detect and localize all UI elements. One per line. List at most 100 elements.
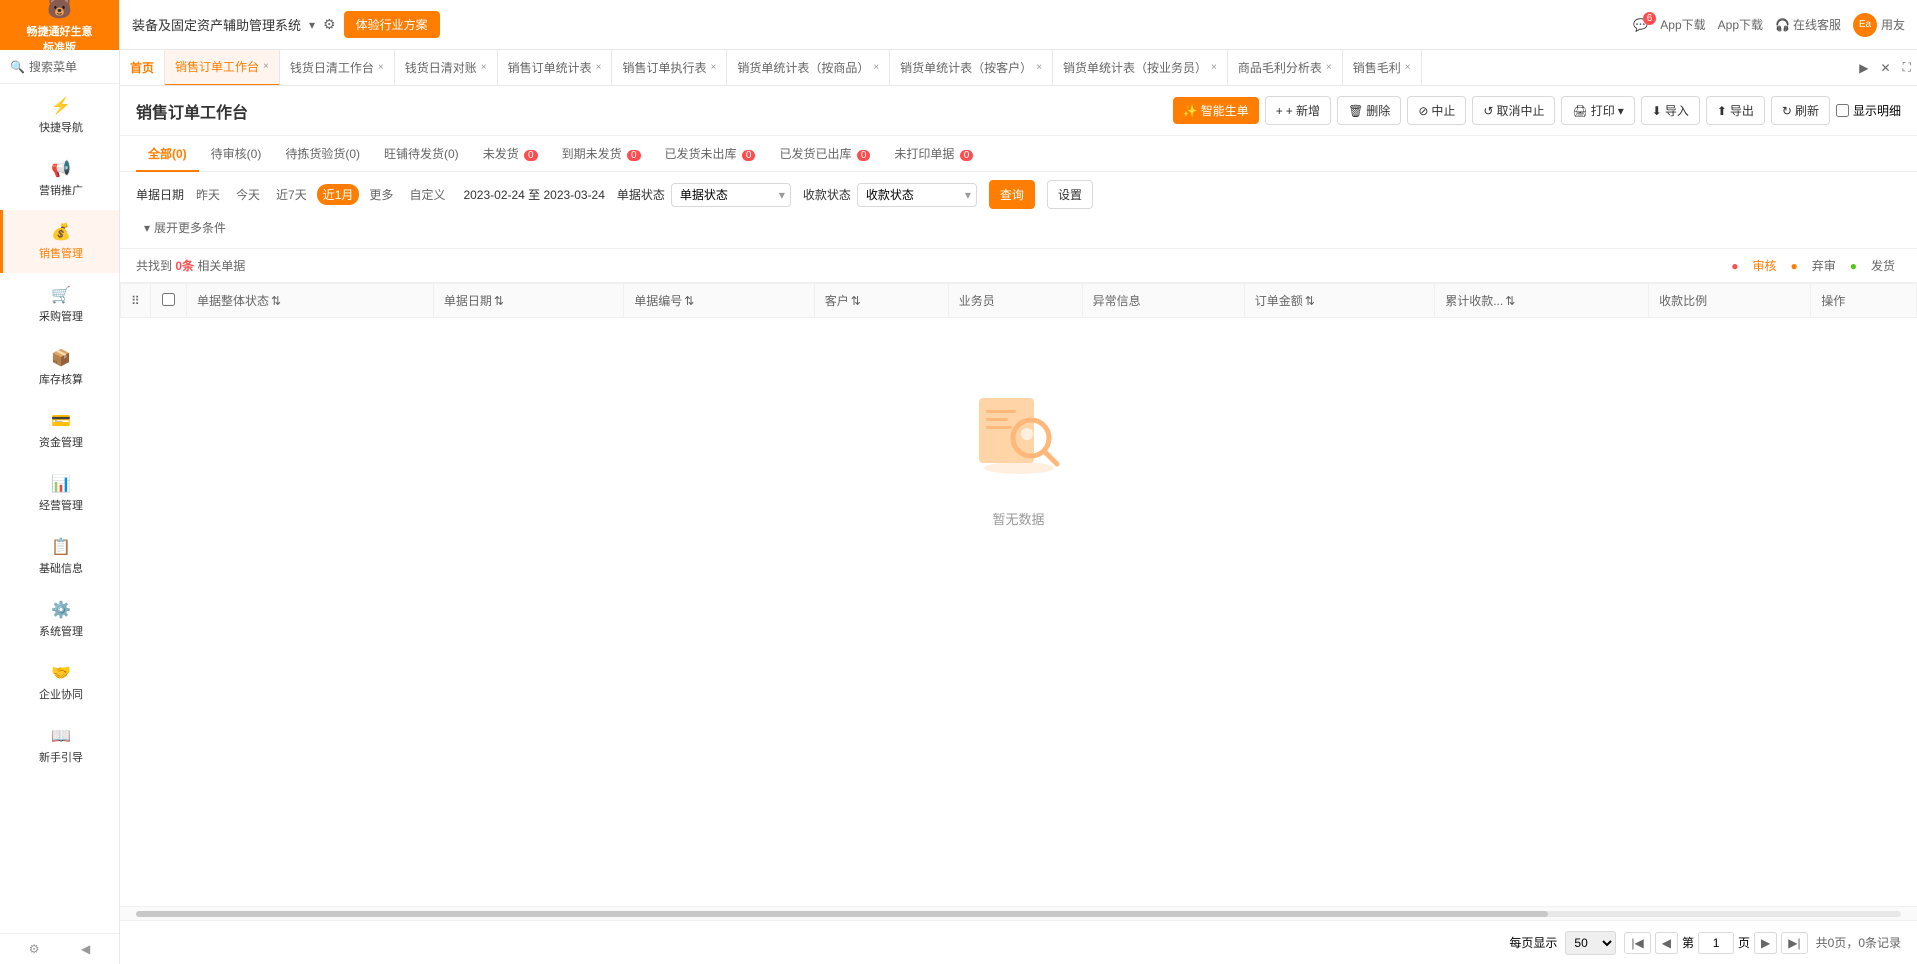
th-checkbox[interactable] bbox=[151, 284, 187, 318]
sidebar-item-marketing[interactable]: 📢 营销推广 bbox=[0, 147, 119, 210]
settings-icon[interactable]: ⚙ bbox=[29, 942, 40, 956]
current-page-input[interactable] bbox=[1698, 932, 1734, 954]
settings-filter-button[interactable]: 设置 bbox=[1047, 180, 1093, 209]
tab-sales-stat-staff[interactable]: 销货单统计表（按业务员） × bbox=[1053, 50, 1228, 86]
expand-filter-button[interactable]: ▾ 展开更多条件 bbox=[136, 215, 1901, 240]
sub-tab-shipped-not-warehoused[interactable]: 已发货未出库 0 bbox=[653, 136, 768, 172]
tab-close-btn[interactable]: × bbox=[1405, 62, 1411, 73]
collapse-icon[interactable]: ◀ bbox=[81, 942, 90, 956]
tab-close-btn[interactable]: × bbox=[1036, 62, 1042, 73]
tab-sales-stat-product[interactable]: 销货单统计表（按商品） × bbox=[727, 50, 890, 86]
scroll-track[interactable] bbox=[136, 911, 1901, 917]
ship-action-btn[interactable]: 发货 bbox=[1865, 255, 1901, 276]
tab-cash-reconcile[interactable]: 钱货日清对账 × bbox=[395, 50, 498, 86]
message-area[interactable]: 💬 6 bbox=[1633, 18, 1648, 32]
summary-count: 0条 bbox=[175, 259, 194, 273]
show-detail-checkbox[interactable]: 显示明细 bbox=[1836, 102, 1901, 119]
tab-sales-profit[interactable]: 销售毛利 × bbox=[1343, 50, 1422, 86]
app-download-link[interactable]: App下载 bbox=[1660, 16, 1705, 33]
delete-button[interactable]: 🗑 删除 bbox=[1337, 96, 1401, 125]
tab-sales-order-stat[interactable]: 销售订单统计表 × bbox=[498, 50, 613, 86]
add-button[interactable]: + + 新增 bbox=[1265, 96, 1331, 125]
print-button[interactable]: 🖨 打印 ▾ bbox=[1561, 96, 1634, 125]
tab-sales-order-exec[interactable]: 销售订单执行表 × bbox=[612, 50, 727, 86]
drag-icon: ⠿ bbox=[131, 294, 140, 308]
tab-scroll-right-btn[interactable]: ▶ bbox=[1853, 50, 1874, 86]
horizontal-scrollbar[interactable] bbox=[120, 906, 1917, 920]
date-opt-today[interactable]: 今天 bbox=[230, 184, 266, 205]
export-button[interactable]: ⬆ 导出 bbox=[1706, 96, 1765, 125]
stop-button[interactable]: ⊘ 中止 bbox=[1407, 96, 1466, 125]
sort-icon[interactable]: ⇅ bbox=[271, 294, 281, 308]
status-select[interactable]: 单据状态 bbox=[671, 183, 791, 207]
date-opt-7days[interactable]: 近7天 bbox=[270, 184, 313, 205]
tab-sales-stat-customer[interactable]: 销货单统计表（按客户） × bbox=[890, 50, 1053, 86]
first-page-btn[interactable]: |◀ bbox=[1624, 932, 1650, 954]
sub-tab-pending-review[interactable]: 待审核(0) bbox=[199, 136, 274, 172]
count-badge: 0 bbox=[857, 150, 871, 161]
tab-cash-daily[interactable]: 钱货日清工作台 × bbox=[280, 50, 395, 86]
sort-icon[interactable]: ⇅ bbox=[1305, 294, 1315, 308]
sidebar-item-system[interactable]: ⚙️ 系统管理 bbox=[0, 588, 119, 651]
sub-tab-pending-inspect[interactable]: 待拣货验货(0) bbox=[273, 136, 372, 172]
date-opt-1month[interactable]: 近1月 bbox=[317, 184, 360, 205]
next-page-btn[interactable]: ▶ bbox=[1754, 932, 1777, 954]
sub-tab-not-printed[interactable]: 未打印单据 0 bbox=[882, 136, 985, 172]
tab-close-btn[interactable]: × bbox=[710, 62, 716, 73]
system-dropdown-btn[interactable]: ▾ bbox=[309, 18, 315, 32]
sidebar-item-cooperation[interactable]: 🤝 企业协同 bbox=[0, 651, 119, 714]
sidebar-item-guide[interactable]: 📖 新手引导 bbox=[0, 714, 119, 777]
logo-icon: 🐻 bbox=[47, 0, 72, 21]
tab-close-btn[interactable]: × bbox=[481, 62, 487, 73]
tab-close-btn[interactable]: × bbox=[1326, 62, 1332, 73]
settings-btn[interactable]: ⚙ bbox=[323, 16, 336, 33]
tab-close-btn[interactable]: × bbox=[263, 61, 269, 72]
tab-close-btn[interactable]: × bbox=[378, 62, 384, 73]
date-opt-custom[interactable]: 自定义 bbox=[403, 184, 451, 205]
review-action-btn[interactable]: 审核 bbox=[1746, 255, 1782, 276]
tab-close-all-btn[interactable]: ✕ bbox=[1875, 50, 1897, 86]
sub-tab-overdue[interactable]: 到期未发货 0 bbox=[550, 136, 653, 172]
sub-tab-wangpu[interactable]: 旺铺待发货(0) bbox=[372, 136, 471, 172]
prev-page-btn[interactable]: ◀ bbox=[1655, 932, 1678, 954]
sidebar-item-basic[interactable]: 📋 基础信息 bbox=[0, 525, 119, 588]
industry-solution-button[interactable]: 体验行业方案 bbox=[344, 11, 440, 38]
app-download-text[interactable]: App下载 bbox=[1718, 16, 1763, 33]
sort-icon[interactable]: ⇅ bbox=[1505, 294, 1515, 308]
sub-tab-all[interactable]: 全部(0) bbox=[136, 136, 199, 172]
date-opt-yesterday[interactable]: 昨天 bbox=[190, 184, 226, 205]
sidebar-item-sales[interactable]: 💰 销售管理 bbox=[0, 210, 119, 273]
sub-tab-shipped-warehoused[interactable]: 已发货已出库 0 bbox=[767, 136, 882, 172]
sidebar-item-inventory[interactable]: 📦 库存核算 bbox=[0, 336, 119, 399]
refresh-button[interactable]: ↻ 刷新 bbox=[1771, 96, 1830, 125]
import-button[interactable]: ⬇ 导入 bbox=[1641, 96, 1700, 125]
unreviewed-action-btn[interactable]: 弃审 bbox=[1806, 255, 1842, 276]
smart-generate-button[interactable]: ✨ 智能生单 bbox=[1173, 97, 1259, 124]
sidebar-item-purchase[interactable]: 🛒 采购管理 bbox=[0, 273, 119, 336]
sort-icon[interactable]: ⇅ bbox=[851, 294, 861, 308]
online-service-link[interactable]: 🎧 在线客服 bbox=[1775, 16, 1841, 33]
tab-maximize-btn[interactable]: ⛶ bbox=[1897, 50, 1917, 86]
sort-icon[interactable]: ⇅ bbox=[494, 294, 504, 308]
scroll-thumb[interactable] bbox=[136, 911, 1548, 917]
date-opt-more[interactable]: 更多 bbox=[363, 184, 399, 205]
sort-icon[interactable]: ⇅ bbox=[684, 294, 694, 308]
last-page-btn[interactable]: ▶| bbox=[1781, 932, 1807, 954]
tab-close-btn[interactable]: × bbox=[596, 62, 602, 73]
tab-close-btn[interactable]: × bbox=[873, 62, 879, 73]
sidebar-item-quick-nav[interactable]: ⚡ 快捷导航 bbox=[0, 84, 119, 147]
page-size-select[interactable]: 50 20 100 bbox=[1565, 931, 1616, 955]
tab-sales-workbench[interactable]: 销售订单工作台 × bbox=[165, 50, 280, 86]
sidebar-item-finance[interactable]: 💳 资金管理 bbox=[0, 399, 119, 462]
query-button[interactable]: 查询 bbox=[989, 180, 1035, 209]
tab-close-btn[interactable]: × bbox=[1211, 62, 1217, 73]
tab-margin-analysis[interactable]: 商品毛利分析表 × bbox=[1228, 50, 1343, 86]
payment-select[interactable]: 收款状态 bbox=[857, 183, 977, 207]
tab-home[interactable]: 首页 bbox=[120, 50, 165, 86]
sub-tab-not-shipped[interactable]: 未发货 0 bbox=[471, 136, 550, 172]
cancel-stop-button[interactable]: ↺ 取消中止 bbox=[1472, 96, 1555, 125]
sidebar-item-operation[interactable]: 📊 经营管理 bbox=[0, 462, 119, 525]
select-all-checkbox[interactable] bbox=[162, 293, 175, 306]
show-detail-input[interactable] bbox=[1836, 104, 1849, 117]
search-menu[interactable]: 🔍 搜索菜单 bbox=[0, 50, 119, 84]
